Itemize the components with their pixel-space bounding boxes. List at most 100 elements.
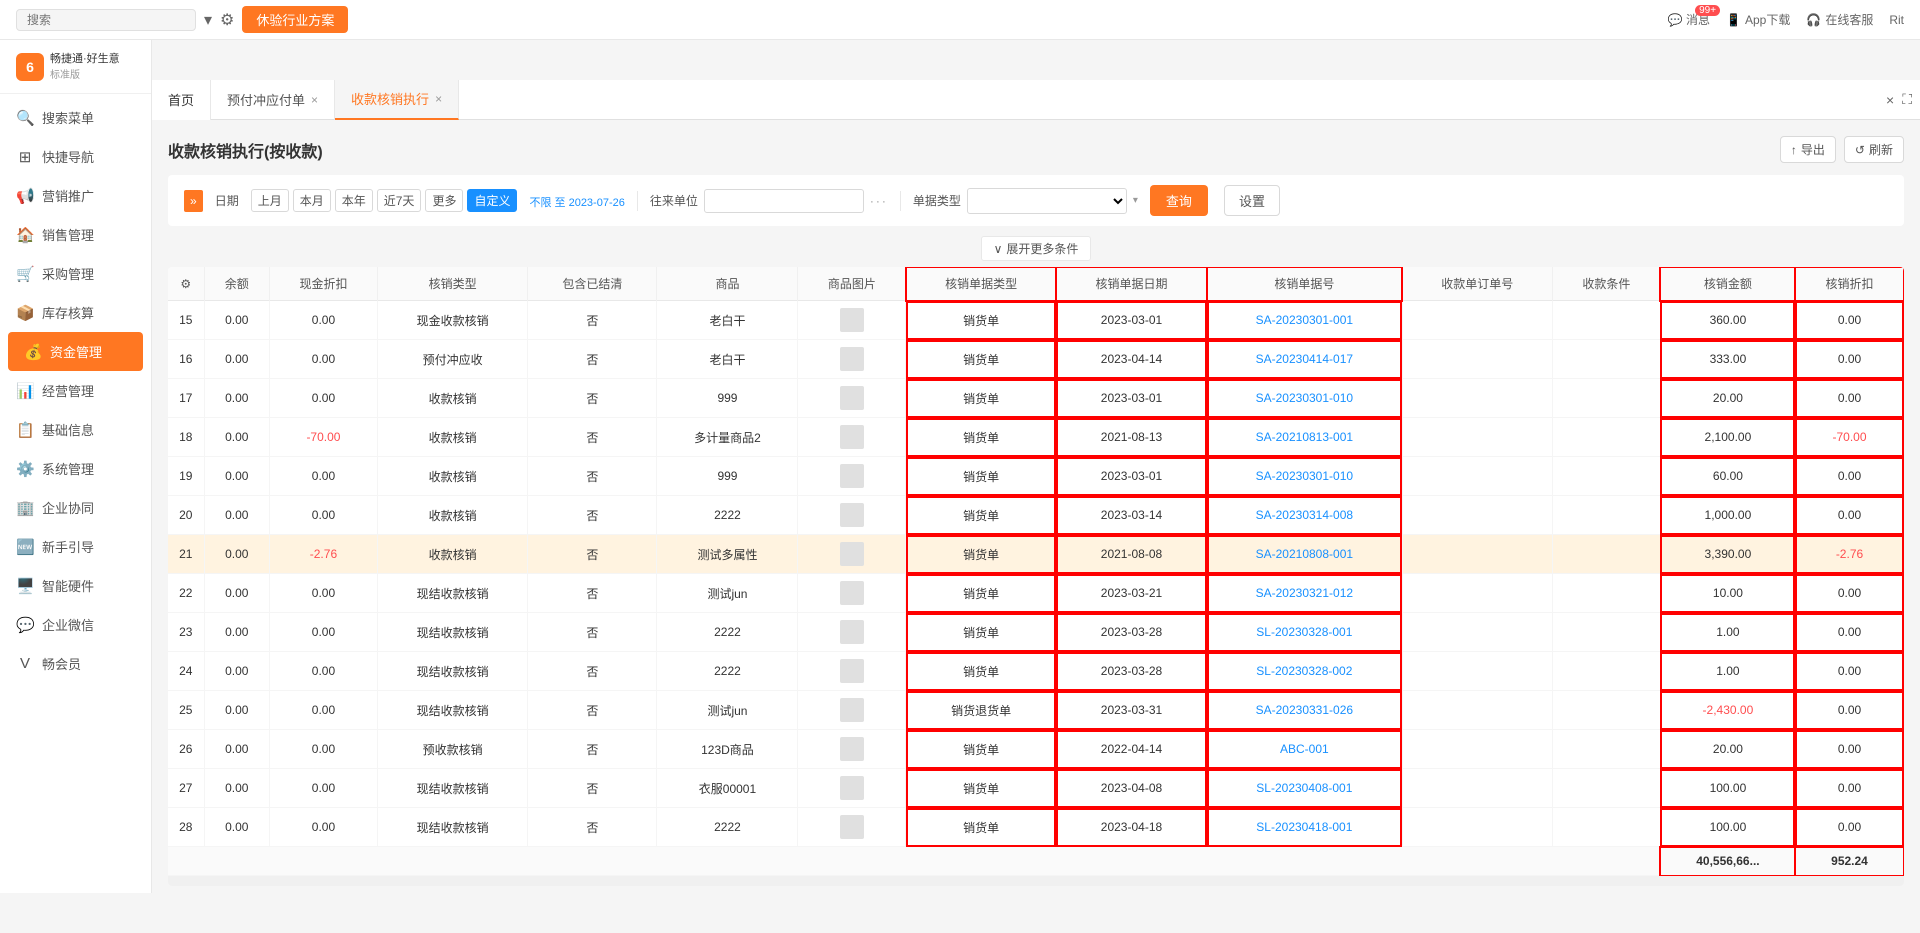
guide-icon: 🆕 (16, 538, 34, 556)
table-scroll[interactable]: ⚙ 余额 现金折扣 核销类型 包含已结清 商品 商品图片 核销单据类型 核销单据… (168, 267, 1904, 876)
date-btn-more[interactable]: 更多 (425, 189, 463, 212)
cell-writeoff-bill-no[interactable]: ABC-001 (1207, 730, 1402, 769)
table-header-row: ⚙ 余额 现金折扣 核销类型 包含已结清 商品 商品图片 核销单据类型 核销单据… (168, 267, 1904, 301)
cell-goods-image (798, 574, 906, 613)
cell-writeoff-discount: 0.00 (1795, 340, 1903, 379)
message-icon[interactable]: 💬 消息 99+ (1668, 11, 1710, 28)
cell-writeoff-amount: 1.00 (1660, 613, 1795, 652)
cell-writeoff-type: 现结收款核销 (377, 691, 527, 730)
close-tab-action-btn[interactable]: × (1886, 92, 1894, 108)
expand-more-btn[interactable]: ∨ 展开更多条件 (981, 236, 1092, 261)
online-service-link[interactable]: 🎧 在线客服 (1806, 11, 1873, 28)
sidebar-item-search[interactable]: 🔍 搜索菜单 (0, 98, 151, 137)
cell-writeoff-bill-no[interactable]: SA-20210813-001 (1207, 418, 1402, 457)
cell-writeoff-bill-no[interactable]: SA-20230301-010 (1207, 379, 1402, 418)
cell-writeoff-date: 2023-03-31 (1056, 691, 1206, 730)
date-btn-this-month[interactable]: 本月 (293, 189, 331, 212)
bill-type-select[interactable] (967, 188, 1127, 214)
cell-writeoff-type: 现结收款核销 (377, 808, 527, 847)
chevron-down-icon[interactable]: ▾ (204, 10, 212, 30)
hardware-icon: 🖥️ (16, 577, 34, 595)
col-writeoff-discount-header: 核销折扣 (1795, 267, 1903, 301)
export-btn[interactable]: ↑ 导出 (1780, 136, 1836, 163)
sidebar-item-basic[interactable]: 📋 基础信息 (0, 410, 151, 449)
table-row: 20 0.00 0.00 收款核销 否 2222 销货单 2023-03-14 … (168, 496, 1904, 535)
cell-writeoff-bill-no[interactable]: SL-20230418-001 (1207, 808, 1402, 847)
footer-empty (168, 847, 1660, 876)
page-header: 收款核销执行(按收款) ↑ 导出 ↺ 刷新 (168, 136, 1904, 163)
cell-goods: 2222 (657, 808, 798, 847)
cell-writeoff-bill-no[interactable]: SA-20230414-017 (1207, 340, 1402, 379)
cell-goods-image (798, 340, 906, 379)
date-btn-this-year[interactable]: 本年 (335, 189, 373, 212)
gear-icon[interactable]: ⚙ (220, 10, 234, 30)
sidebar-item-sales[interactable]: 🏠 销售管理 (0, 215, 151, 254)
cell-writeoff-type: 收款核销 (377, 535, 527, 574)
date-btn-last-month[interactable]: 上月 (251, 189, 289, 212)
cell-writeoff-discount: -70.00 (1795, 418, 1903, 457)
sidebar-item-shortcut[interactable]: ⊞ 快捷导航 (0, 137, 151, 176)
sidebar-item-marketing[interactable]: 📢 营销推广 (0, 176, 151, 215)
client-input[interactable] (704, 189, 864, 213)
cell-writeoff-bill-no[interactable]: SL-20230408-001 (1207, 769, 1402, 808)
cell-writeoff-bill-no[interactable]: SA-20230301-010 (1207, 457, 1402, 496)
cell-writeoff-bill-type: 销货单 (906, 808, 1056, 847)
horizontal-scrollbar[interactable] (168, 876, 1904, 886)
sidebar-item-operation[interactable]: 📊 经营管理 (0, 371, 151, 410)
cell-writeoff-type: 现结收款核销 (377, 652, 527, 691)
cell-writeoff-bill-no[interactable]: SA-20210808-001 (1207, 535, 1402, 574)
fullscreen-tab-action-btn[interactable]: ⛶ (1902, 91, 1912, 108)
cell-writeoff-bill-no[interactable]: SL-20230328-001 (1207, 613, 1402, 652)
cell-writeoff-bill-no[interactable]: SA-20230331-026 (1207, 691, 1402, 730)
tab-home[interactable]: 首页 (152, 80, 211, 120)
sidebar-label-purchase: 采购管理 (42, 264, 94, 283)
date-btn-7days[interactable]: 近7天 (377, 189, 422, 212)
sidebar-item-corp[interactable]: 🏢 企业协同 (0, 488, 151, 527)
app-download-link[interactable]: 📱 App下载 (1726, 11, 1790, 28)
cell-writeoff-bill-type: 销货单 (906, 418, 1056, 457)
cell-writeoff-discount: 0.00 (1795, 613, 1903, 652)
close-tab-receipt-icon[interactable]: × (435, 92, 442, 106)
query-btn[interactable]: 查询 (1150, 185, 1208, 216)
sidebar-item-purchase[interactable]: 🛒 采购管理 (0, 254, 151, 293)
col-settings-header[interactable]: ⚙ (168, 267, 204, 301)
cell-writeoff-type: 预付冲应收 (377, 340, 527, 379)
cell-writeoff-bill-no[interactable]: SA-20230301-001 (1207, 301, 1402, 340)
cell-writeoff-bill-type: 销货单 (906, 496, 1056, 535)
close-tab-prepay-icon[interactable]: × (311, 93, 318, 107)
cell-goods: 测试jun (657, 574, 798, 613)
filter-row: » 日期 上月 本月 本年 近7天 更多 自定义 不限 至 2023-07-26… (184, 185, 1888, 216)
cell-writeoff-amount: 3,390.00 (1660, 535, 1795, 574)
refresh-btn[interactable]: ↺ 刷新 (1844, 136, 1904, 163)
industry-btn[interactable]: 休验行业方案 (242, 6, 348, 33)
setting-btn[interactable]: 设置 (1224, 185, 1280, 216)
cell-writeoff-discount: 0.00 (1795, 730, 1903, 769)
search-input[interactable] (16, 9, 196, 31)
sidebar-item-hardware[interactable]: 🖥️ 智能硬件 (0, 566, 151, 605)
cell-goods: 老白干 (657, 301, 798, 340)
cell-goods: 衣服00001 (657, 769, 798, 808)
date-btn-custom[interactable]: 自定义 (467, 189, 517, 212)
sidebar-item-guide[interactable]: 🆕 新手引导 (0, 527, 151, 566)
cell-writeoff-bill-no[interactable]: SA-20230321-012 (1207, 574, 1402, 613)
logo-sub: 标准版 (50, 66, 120, 81)
cell-balance: 0.00 (204, 808, 269, 847)
sidebar-label-basic: 基础信息 (42, 420, 94, 439)
cell-receipt-condition (1552, 379, 1660, 418)
tab-receipt[interactable]: 收款核销执行 × (335, 80, 459, 120)
sidebar-item-finance[interactable]: 💰 资金管理 (8, 332, 143, 371)
col-balance-header: 余额 (204, 267, 269, 301)
cell-writeoff-bill-no[interactable]: SL-20230328-002 (1207, 652, 1402, 691)
filter-expand-btn[interactable]: » (184, 190, 203, 212)
cell-writeoff-bill-type: 销货退货单 (906, 691, 1056, 730)
cell-goods-image (798, 730, 906, 769)
tab-prepay[interactable]: 预付冲应付单 × (211, 80, 335, 120)
sidebar-item-inventory[interactable]: 📦 库存核算 (0, 293, 151, 332)
sidebar-item-member[interactable]: V 畅会员 (0, 644, 151, 683)
sidebar-item-system[interactable]: ⚙️ 系统管理 (0, 449, 151, 488)
cell-receipt-condition (1552, 457, 1660, 496)
cell-writeoff-bill-no[interactable]: SA-20230314-008 (1207, 496, 1402, 535)
sidebar-item-wechat[interactable]: 💬 企业微信 (0, 605, 151, 644)
cell-include-settled: 否 (528, 535, 657, 574)
cell-goods-image (798, 652, 906, 691)
